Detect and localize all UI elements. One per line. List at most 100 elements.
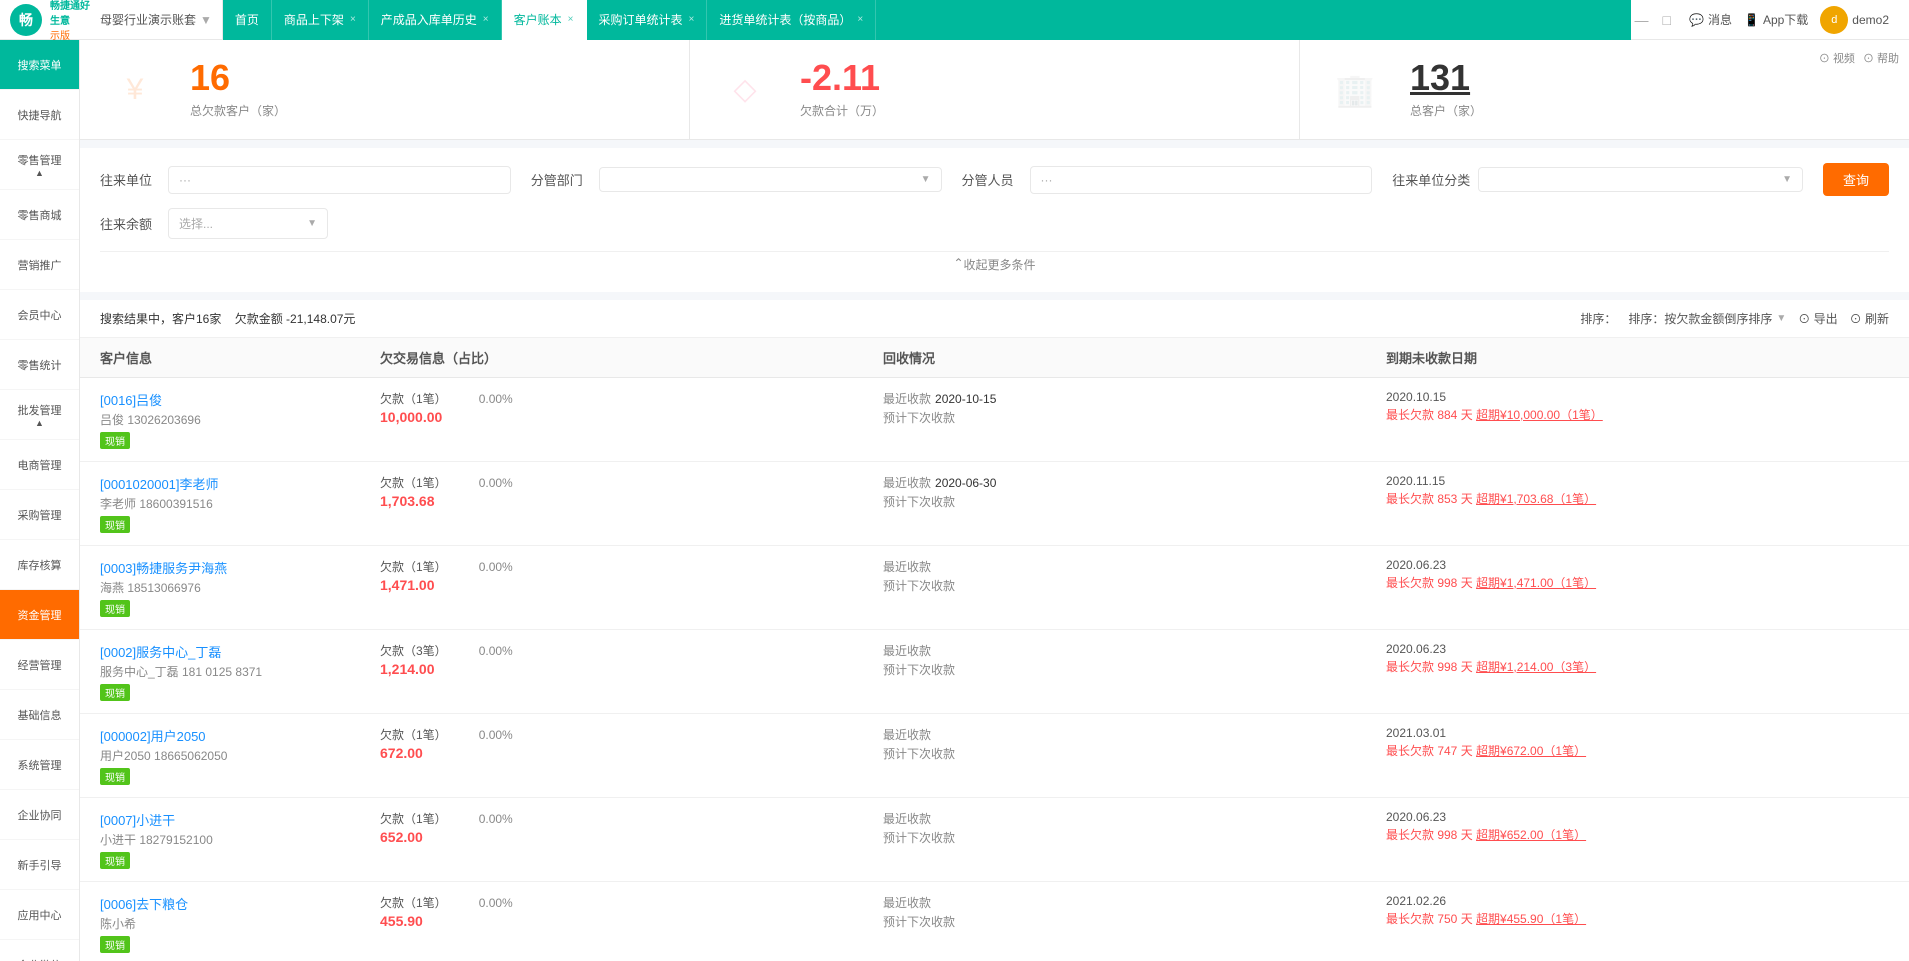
query-button[interactable]: 查询 — [1823, 163, 1889, 196]
dept-chevron-icon: ▼ — [921, 174, 931, 185]
logo-icon: 畅 — [10, 4, 42, 36]
sidebar-item-retail-mall[interactable]: 零售商城 — [0, 190, 79, 240]
sidebar-item-quick-nav[interactable]: 快捷导航 — [0, 90, 79, 140]
company-selector[interactable]: 母婴行业演示账套 ▼ — [90, 0, 223, 39]
customer-name-0[interactable]: [0016]吕俊 — [100, 390, 380, 409]
sidebar-item-purchase[interactable]: 采购管理 — [0, 490, 79, 540]
debt-info-cell-5: 欠款（1笔）652.000.00% — [380, 810, 883, 845]
sort-selector[interactable]: 排序：按欠款金额倒序排序 ▼ — [1628, 310, 1786, 327]
latest-collect-1: 最近收款2020-06-30 — [883, 474, 1386, 491]
sidebar-item-batch-manage[interactable]: 批发管理 ▲ — [0, 390, 79, 440]
debt-info-cell-4: 欠款（1笔）672.000.00% — [380, 726, 883, 761]
minimize-icon[interactable]: — — [1631, 12, 1653, 28]
sidebar-item-member[interactable]: 会员中心 — [0, 290, 79, 340]
export-btn[interactable]: ⊙ 导出 — [1798, 310, 1837, 327]
sidebar-item-marketing[interactable]: 营销推广 — [0, 240, 79, 290]
tab-close-customer-account[interactable]: × — [568, 14, 574, 25]
tab-purchase-order[interactable]: 采购订单统计表× — [587, 0, 708, 40]
message-icon: 💬 — [1689, 13, 1704, 27]
due-date-cell-1: 2020.11.15最长欠款 853 天 超期¥1,703.68（1笔） — [1386, 474, 1889, 507]
company-dropdown-icon: ▼ — [200, 13, 212, 27]
customer-phone-0: 吕俊 13026203696 — [100, 411, 380, 428]
recovery-cell-2: 最近收款预计下次收款 — [883, 558, 1386, 594]
next-collect-1: 预计下次收款 — [883, 493, 1386, 510]
sidebar-item-capital[interactable]: 资金管理 — [0, 590, 79, 640]
video-help-btn[interactable]: ⊙ 视频 — [1819, 50, 1855, 66]
due-date-cell-4: 2021.03.01最长欠款 747 天 超期¥672.00（1笔） — [1386, 726, 1889, 759]
overdue-link-5[interactable]: 超期¥652.00（1笔） — [1476, 828, 1586, 842]
balance-select[interactable]: 选择... ▼ — [168, 208, 328, 239]
stats-row: ¥ 16 总欠款客户（家） ◇ -2.11 欠款合计（万） 🏢 131 总客户（… — [80, 40, 1909, 140]
sidebar-item-search-menu[interactable]: 搜索菜单 — [0, 40, 79, 90]
customer-name-6[interactable]: [0006]去下粮仓 — [100, 894, 380, 913]
sidebar-item-operation[interactable]: 经营管理 — [0, 640, 79, 690]
tab-close-product-history[interactable]: × — [483, 14, 489, 25]
sidebar-item-inventory[interactable]: 库存核算 — [0, 540, 79, 590]
tab-close-product-online[interactable]: × — [350, 14, 356, 25]
tab-close-purchase-order[interactable]: × — [689, 14, 695, 25]
due-date-6: 2021.02.26 — [1386, 894, 1889, 908]
customer-phone-3: 服务中心_丁磊 181 0125 8371 — [100, 663, 380, 680]
sidebar-item-guide[interactable]: 新手引导 — [0, 840, 79, 890]
message-btn[interactable]: 💬 消息 — [1689, 11, 1732, 28]
customer-name-3[interactable]: [0002]服务中心_丁磊 — [100, 642, 380, 661]
overdue-link-2[interactable]: 超期¥1,471.00（1笔） — [1476, 576, 1596, 590]
tab-product-online[interactable]: 商品上下架× — [272, 0, 369, 40]
overdue-link-3[interactable]: 超期¥1,214.00（3笔） — [1476, 660, 1596, 674]
logo-text: 畅捷通好生意 示版 — [50, 0, 90, 42]
sidebar-item-retail-manage[interactable]: 零售管理 ▲ — [0, 140, 79, 190]
refresh-btn[interactable]: ⊙ 刷新 — [1850, 310, 1889, 327]
sort-chevron-icon: ▼ — [1776, 313, 1786, 324]
balance-filter: 往来余额 选择... ▼ — [100, 208, 1889, 239]
app-download-btn[interactable]: 📱 App下载 — [1744, 11, 1808, 28]
latest-collect-0: 最近收款2020-10-15 — [883, 390, 1386, 407]
sidebar-item-enterprise[interactable]: 企业协同 — [0, 790, 79, 840]
tab-home[interactable]: 首页 — [223, 0, 272, 40]
sidebar-item-basic-info[interactable]: 基础信息 — [0, 690, 79, 740]
tab-product-history[interactable]: 产成品入库单历史× — [369, 0, 502, 40]
tab-customer-account[interactable]: 客户账本× — [502, 0, 587, 40]
debt-info-cell-2: 欠款（1笔）1,471.000.00% — [380, 558, 883, 593]
due-date-3: 2020.06.23 — [1386, 642, 1889, 656]
filter-area: 往来单位 ··· 分管部门 ▼ 分管人员 ··· — [80, 148, 1909, 292]
sidebar-item-label-basic-info: 基础信息 — [18, 707, 62, 723]
table-col-header: 欠交易信息（占比） — [380, 348, 883, 367]
balance-label: 往来余额 — [100, 214, 160, 233]
table-body: [0016]吕俊吕俊 13026203696现销欠款（1笔）10,000.000… — [80, 378, 1909, 961]
from-unit-input[interactable]: ··· — [168, 166, 511, 194]
tab-stock-stat[interactable]: 进货单统计表（按商品）× — [707, 0, 876, 40]
overdue-link-0[interactable]: 超期¥10,000.00（1笔） — [1476, 408, 1603, 422]
customer-name-5[interactable]: [0007]小进干 — [100, 810, 380, 829]
overdue-link-1[interactable]: 超期¥1,703.68（1笔） — [1476, 492, 1596, 506]
person-input[interactable]: ··· — [1030, 166, 1373, 194]
overdue-info-4: 最长欠款 747 天 超期¥672.00（1笔） — [1386, 742, 1889, 759]
dept-select[interactable]: ▼ — [599, 167, 942, 192]
customer-tag-5: 现销 — [100, 852, 130, 869]
customer-name-1[interactable]: [0001020001]李老师 — [100, 474, 380, 493]
user-menu[interactable]: d demo2 — [1820, 6, 1889, 34]
debt-percent-2: 0.00% — [479, 560, 513, 574]
maximize-icon[interactable]: □ — [1659, 12, 1675, 28]
sidebar-item-enterprise-wechat[interactable]: 企业微信 — [0, 940, 79, 961]
customer-name-4[interactable]: [000002]用户2050 — [100, 726, 380, 745]
overdue-link-4[interactable]: 超期¥672.00（1笔） — [1476, 744, 1586, 758]
sidebar-item-app-center[interactable]: 应用中心 — [0, 890, 79, 940]
help-btn[interactable]: ⊙ 帮助 — [1863, 50, 1899, 66]
tab-close-stock-stat[interactable]: × — [857, 14, 863, 25]
customer-phone-5: 小进干 18279152100 — [100, 831, 380, 848]
overdue-link-6[interactable]: 超期¥455.90（1笔） — [1476, 912, 1586, 926]
sidebar-item-system[interactable]: 系统管理 — [0, 740, 79, 790]
collapse-btn[interactable]: ⌃ 收起更多条件 — [100, 251, 1889, 277]
unit-class-select[interactable]: ▼ — [1478, 167, 1803, 192]
sidebar-item-ecommerce[interactable]: 电商管理 — [0, 440, 79, 490]
recovery-cell-1: 最近收款2020-06-30 预计下次收款 — [883, 474, 1386, 510]
customer-info-cell-0: [0016]吕俊吕俊 13026203696 现销 — [100, 390, 380, 449]
customer-name-2[interactable]: [0003]畅捷服务尹海燕 — [100, 558, 380, 577]
results-area: 搜索结果中，客户16家 欠款金额 -21,148.07元 排序： 排序：按欠款金… — [80, 300, 1909, 961]
customer-tag-1: 现销 — [100, 516, 130, 533]
sidebar-item-label-capital: 资金管理 — [18, 607, 62, 623]
sidebar-item-retail-stat[interactable]: 零售统计 — [0, 340, 79, 390]
overdue-info-6: 最长欠款 750 天 超期¥455.90（1笔） — [1386, 910, 1889, 927]
debt-count-3: 欠款（3笔） — [380, 642, 447, 659]
customer-tag-0: 现销 — [100, 432, 130, 449]
